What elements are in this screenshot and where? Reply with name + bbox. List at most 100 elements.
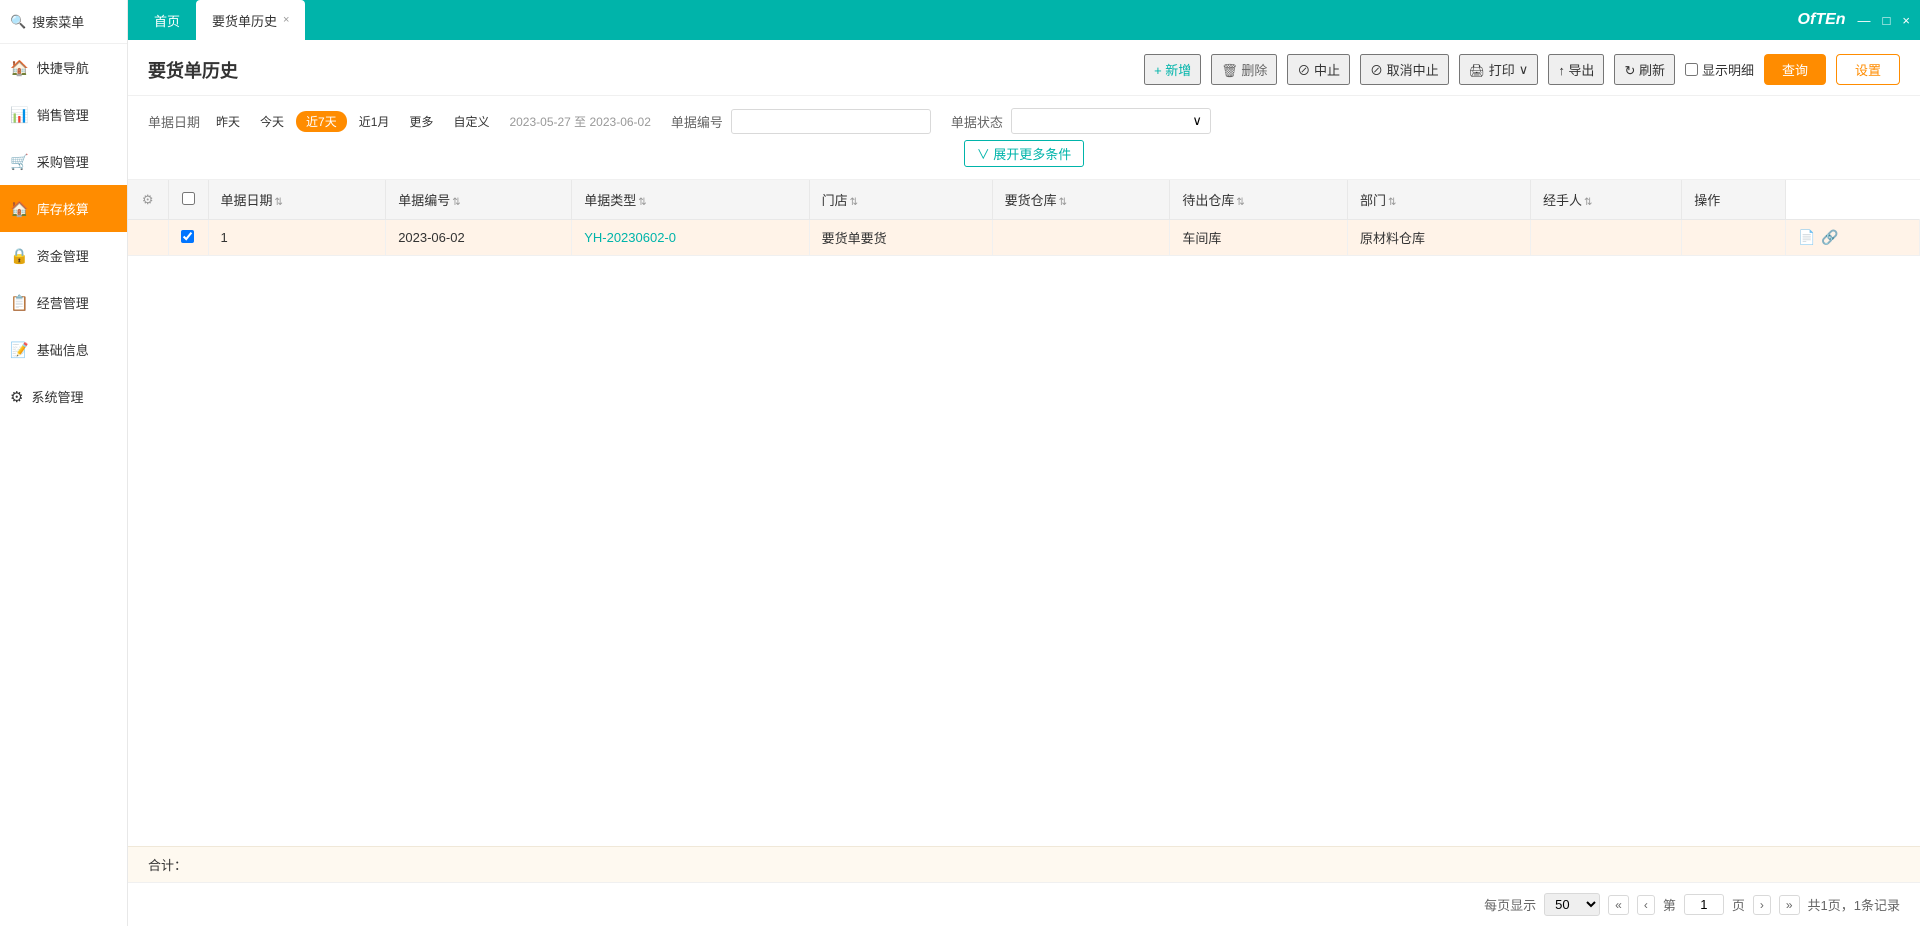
expand-btn-label: ∨ 展开更多条件	[977, 144, 1072, 163]
sidebar-item-system[interactable]: ⚙ 系统管理	[0, 373, 127, 420]
tab-close-icon[interactable]: ×	[283, 14, 289, 26]
col-header-checkbox[interactable]	[168, 180, 208, 220]
tab-active[interactable]: 要货单历史 ×	[196, 0, 305, 40]
date-btn-1month[interactable]: 近1月	[351, 111, 398, 132]
col-dest-warehouse-label: 待出仓库	[1182, 193, 1234, 208]
filter-row-1: 单据日期 昨天 今天 近7天 近1月 更多 自定义 2023-05-27 至 2…	[148, 108, 1900, 134]
sidebar-item-finance[interactable]: 🔒 资金管理	[0, 232, 127, 279]
delete-button[interactable]: 🗑 删除	[1211, 54, 1277, 85]
display-detail-toggle[interactable]: 显示明细	[1685, 60, 1754, 79]
topbar-right: OfTEn — □ ×	[1798, 11, 1910, 29]
cell-gear	[128, 220, 168, 256]
main-area: 首页 要货单历史 × OfTEn — □ × 要货单历史 + 新增 🗑 删除	[128, 0, 1920, 926]
sort-icon-type[interactable]: ⇅	[638, 197, 646, 208]
filter-group-docno: 单据编号	[671, 109, 931, 134]
cell-actions: 📄 🔗	[1785, 220, 1919, 256]
cell-handler	[1682, 220, 1786, 256]
last-page-btn[interactable]: »	[1779, 895, 1800, 915]
action-link-icon[interactable]: 🔗	[1821, 229, 1838, 246]
col-header-date: 单据日期⇅	[208, 180, 386, 220]
maximize-icon[interactable]: □	[1883, 13, 1891, 28]
page-label: 第	[1663, 895, 1676, 914]
display-detail-checkbox[interactable]	[1685, 63, 1698, 76]
sidebar-item-purchase[interactable]: 🛒 采购管理	[0, 138, 127, 185]
sidebar-item-label: 库存核算	[37, 199, 89, 218]
active-tab-label: 要货单历史	[212, 11, 277, 30]
sidebar-item-inventory[interactable]: 🏠 库存核算	[0, 185, 127, 232]
new-button[interactable]: + 新增	[1144, 54, 1201, 85]
sidebar: 🔍 搜索菜单 🏠 快捷导航 📊 销售管理 🛒 采购管理 🏠 库存核算 🔒 资金管…	[0, 0, 128, 926]
pagination: 每页显示 50 10 20 100 « ‹ 第 页 › » 共1页，1条记录	[128, 882, 1920, 926]
display-detail-label: 显示明细	[1702, 60, 1754, 79]
first-page-btn[interactable]: «	[1608, 895, 1629, 915]
sort-icon-dest-warehouse[interactable]: ⇅	[1236, 197, 1244, 208]
sidebar-item-label: 系统管理	[31, 387, 83, 406]
sort-icon-handler[interactable]: ⇅	[1584, 197, 1592, 208]
col-req-warehouse-label: 要货仓库	[1005, 193, 1057, 208]
cell-dest-warehouse: 原材料仓库	[1348, 220, 1531, 256]
delete-btn-label: 🗑 删除	[1221, 60, 1267, 79]
sidebar-item-sales[interactable]: 📊 销售管理	[0, 91, 127, 138]
page-input[interactable]	[1684, 894, 1724, 915]
settings-button[interactable]: 设置	[1836, 54, 1900, 85]
refresh-btn-label: ↻ 刷新	[1624, 60, 1665, 79]
table-area: ⚙ 单据日期⇅ 单据编号⇅ 单据类型⇅	[128, 180, 1920, 846]
tab-home[interactable]: 首页	[138, 0, 196, 40]
home-tab-label: 首页	[154, 11, 180, 30]
sort-icon-date[interactable]: ⇅	[275, 197, 283, 208]
chevron-down-icon: ∨	[1192, 113, 1202, 129]
sidebar-search[interactable]: 🔍 搜索菜单	[0, 0, 127, 44]
expand-more-button[interactable]: ∨ 展开更多条件	[964, 140, 1085, 167]
home-icon: 🏠	[10, 59, 29, 77]
page-suffix-label: 页	[1732, 895, 1745, 914]
sidebar-item-quick-nav[interactable]: 🏠 快捷导航	[0, 44, 127, 91]
date-btn-today[interactable]: 今天	[252, 111, 292, 132]
table-header-row: ⚙ 单据日期⇅ 单据编号⇅ 单据类型⇅	[128, 180, 1920, 220]
col-header-dest-warehouse: 待出仓库⇅	[1170, 180, 1348, 220]
minimize-icon[interactable]: —	[1858, 13, 1871, 28]
sort-icon-store[interactable]: ⇅	[850, 197, 858, 208]
table-row: 1 2023-06-02 YH-20230602-0 要货单要货 车间库 原材料…	[128, 220, 1920, 256]
brand-text: OfTEn	[1798, 11, 1846, 29]
status-filter-select[interactable]: ∨	[1011, 108, 1211, 134]
col-operations-label: 操作	[1694, 193, 1720, 208]
docno-filter-input[interactable]	[731, 109, 931, 134]
footer-total-label: 合计：	[148, 858, 187, 873]
export-button[interactable]: ↑ 导出	[1548, 54, 1604, 85]
stop-button[interactable]: ⊘ 中止	[1287, 54, 1350, 85]
refresh-button[interactable]: ↻ 刷新	[1614, 54, 1675, 85]
cell-checkbox[interactable]	[168, 220, 208, 256]
page-content: 要货单历史 + 新增 🗑 删除 ⊘ 中止 ⊘ 取消中止 🖨 打印 ∨	[128, 40, 1920, 926]
action-view-icon[interactable]: 📄	[1798, 229, 1815, 246]
print-arrow-icon: ∨	[1519, 62, 1529, 78]
select-all-checkbox[interactable]	[182, 192, 195, 205]
date-btn-custom[interactable]: 自定义	[445, 111, 497, 132]
close-window-icon[interactable]: ×	[1902, 13, 1910, 28]
cell-index: 1	[208, 220, 386, 256]
cancel-stop-button[interactable]: ⊘ 取消中止	[1360, 54, 1449, 85]
prev-page-btn[interactable]: ‹	[1637, 895, 1655, 915]
col-header-store: 门店⇅	[809, 180, 992, 220]
row-checkbox[interactable]	[181, 230, 194, 243]
date-btn-7days[interactable]: 近7天	[296, 111, 347, 132]
sidebar-item-operations[interactable]: 📋 经营管理	[0, 279, 127, 326]
sort-icon-dept[interactable]: ⇅	[1388, 197, 1396, 208]
print-button[interactable]: 🖨 打印 ∨	[1459, 54, 1539, 85]
col-handler-label: 经手人	[1543, 193, 1582, 208]
col-header-gear[interactable]: ⚙	[128, 180, 168, 220]
col-header-req-warehouse: 要货仓库⇅	[992, 180, 1170, 220]
per-page-select[interactable]: 50 10 20 100	[1544, 893, 1600, 916]
sort-icon-req-warehouse[interactable]: ⇅	[1059, 197, 1067, 208]
sidebar-item-basic-info[interactable]: 📝 基础信息	[0, 326, 127, 373]
docno-link[interactable]: YH-20230602-0	[584, 230, 676, 245]
cell-docno[interactable]: YH-20230602-0	[572, 220, 809, 256]
table-gear-icon[interactable]: ⚙	[142, 192, 154, 207]
page-title: 要货单历史	[148, 57, 238, 83]
date-btn-more[interactable]: 更多	[401, 111, 441, 132]
query-button[interactable]: 查询	[1764, 54, 1826, 85]
next-page-btn[interactable]: ›	[1753, 895, 1771, 915]
sort-icon-docno[interactable]: ⇅	[452, 197, 460, 208]
sidebar-item-label: 资金管理	[37, 246, 89, 265]
filter-group-date: 单据日期 昨天 今天 近7天 近1月 更多 自定义 2023-05-27 至 2…	[148, 111, 651, 132]
date-btn-yesterday[interactable]: 昨天	[208, 111, 248, 132]
